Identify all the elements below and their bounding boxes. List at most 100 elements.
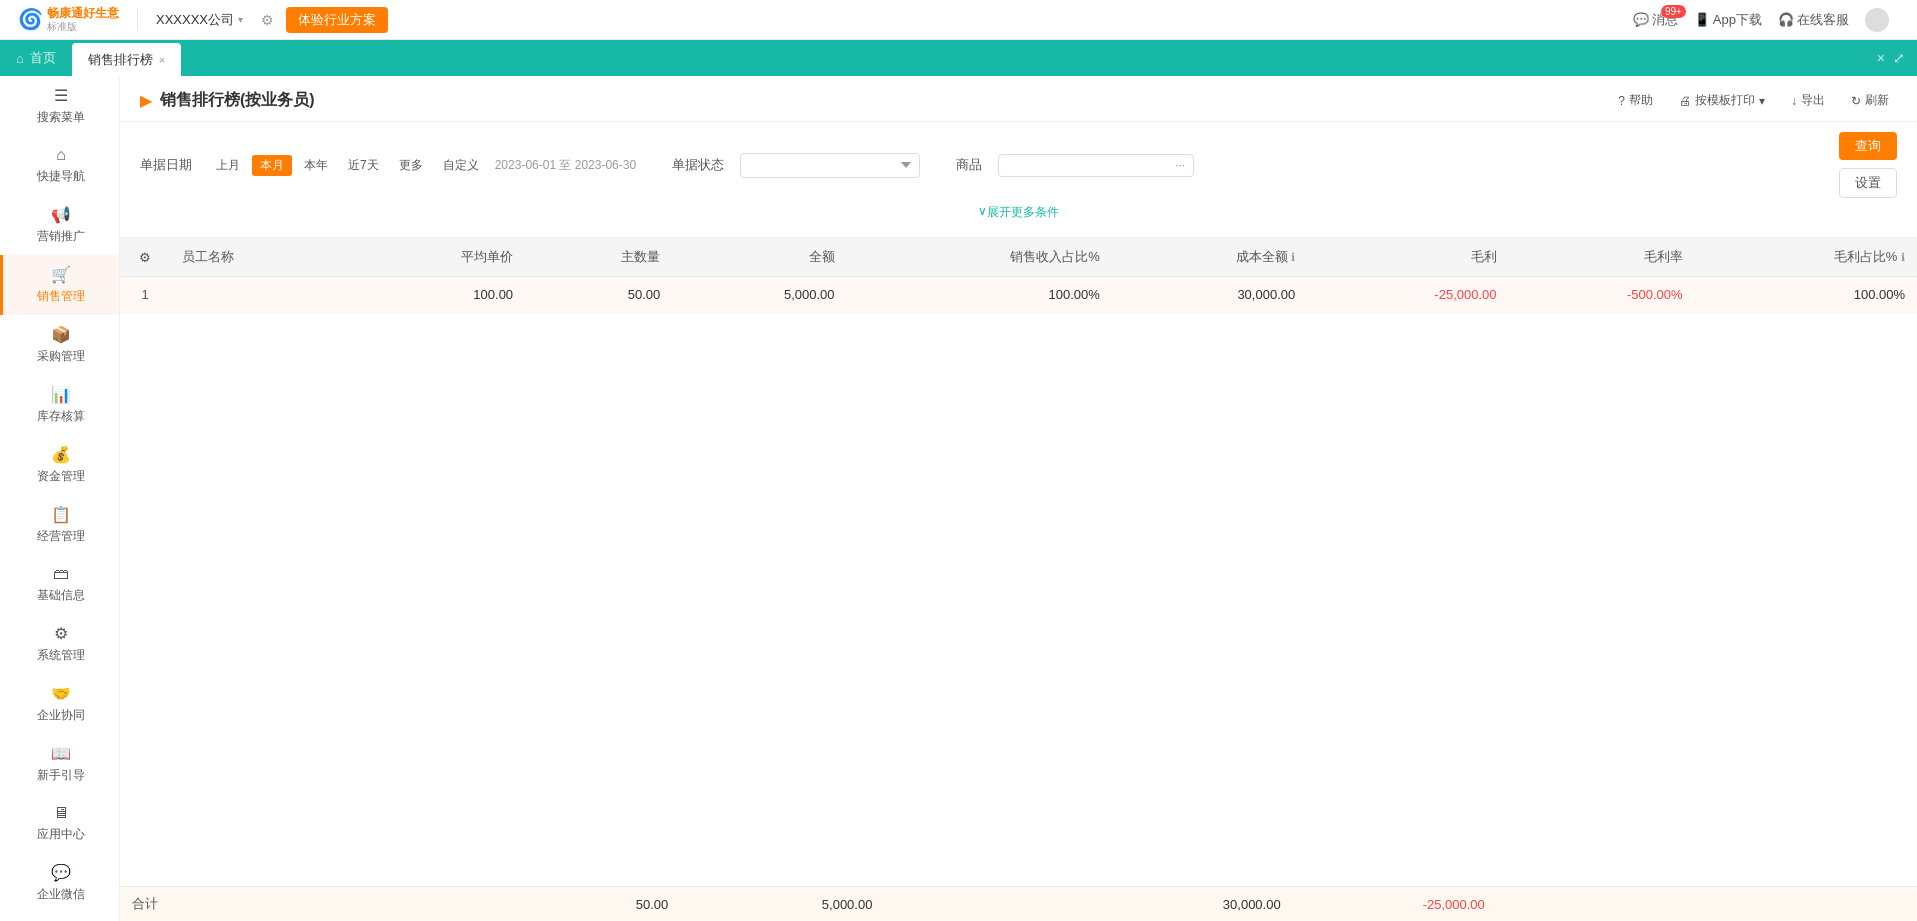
system-icon: ⚙ xyxy=(54,624,68,643)
th-sales-pct: 销售收入占比% xyxy=(847,238,1112,277)
avatar[interactable] xyxy=(1865,8,1889,32)
wechat-icon: 💬 xyxy=(51,863,71,882)
trial-button[interactable]: 体验行业方案 xyxy=(286,7,388,33)
sidebar-label-system: 系统管理 xyxy=(37,647,85,664)
date-label: 单据日期 xyxy=(140,156,192,174)
status-selector-wrapper xyxy=(740,153,920,178)
page-title: 销售排行榜(按业务员) xyxy=(160,90,315,111)
inventory-icon: 📊 xyxy=(51,385,71,404)
table-row: 1 100.00 50.00 5,000.00 100.00% 30,000.0… xyxy=(120,277,1917,313)
footer-gross: -25,000.00 xyxy=(1293,897,1497,912)
goods-input-wrapper[interactable]: ··· xyxy=(998,154,1194,177)
back-arrow-icon[interactable]: ▶ xyxy=(140,91,152,110)
help-icon: ? xyxy=(1618,94,1625,108)
date-tab-last-month[interactable]: 上月 xyxy=(208,155,248,176)
cell-name xyxy=(170,277,348,313)
help-button[interactable]: ? 帮助 xyxy=(1610,88,1661,113)
th-settings[interactable]: ⚙ xyxy=(120,238,170,277)
tab-sales-ranking[interactable]: 销售排行榜 × xyxy=(72,43,181,76)
filter-row-1: 单据日期 上月 本月 本年 近7天 更多 自定义 2023-06-01 至 20… xyxy=(140,132,1897,198)
message-button[interactable]: 💬 消息 99+ xyxy=(1633,11,1678,29)
th-cost: 成本全额 ℹ xyxy=(1112,238,1307,277)
sidebar-item-cooperation[interactable]: 🤝 企业协同 xyxy=(0,674,119,734)
tab-home[interactable]: ⌂ 首页 xyxy=(0,40,72,76)
th-name: 员工名称 xyxy=(170,238,348,277)
footer-total-label: 合计 xyxy=(132,895,182,913)
export-button[interactable]: ↓ 导出 xyxy=(1783,88,1833,113)
table-container: ⚙ 员工名称 平均单价 主数量 全额 销售收入占比% 成本全额 ℹ 毛利 毛利率… xyxy=(120,238,1917,886)
th-quantity: 主数量 xyxy=(525,238,672,277)
sidebar-label-guide: 新手引导 xyxy=(37,767,85,784)
tab-bar: ⌂ 首页 销售排行榜 × × ⤢ xyxy=(0,40,1917,76)
finance-icon: 💰 xyxy=(51,445,71,464)
sidebar-label-purchase: 采购管理 xyxy=(37,348,85,365)
sidebar-item-purchase[interactable]: 📦 采购管理 xyxy=(0,315,119,375)
sidebar-item-wechat[interactable]: 💬 企业微信 xyxy=(0,853,119,913)
cell-avg-price: 100.00 xyxy=(348,277,526,313)
goods-label: 商品 xyxy=(956,156,982,174)
date-tab-this-year[interactable]: 本年 xyxy=(296,155,336,176)
sidebar-item-marketing[interactable]: 📢 营销推广 xyxy=(0,195,119,255)
sidebar-item-operations[interactable]: 📋 经营管理 xyxy=(0,495,119,555)
cost-info-icon[interactable]: ℹ xyxy=(1291,251,1295,263)
logo-text-group: 畅康通好生意 标准版 xyxy=(47,6,119,32)
date-tab-more[interactable]: 更多 xyxy=(391,155,431,176)
refresh-button[interactable]: ↻ 刷新 xyxy=(1843,88,1897,113)
page-header: ▶ 销售排行榜(按业务员) ? 帮助 🖨 按模板打印 ▾ ↓ 导出 xyxy=(120,76,1917,122)
sidebar-label-shortcuts: 快捷导航 xyxy=(37,168,85,185)
status-select[interactable] xyxy=(740,153,920,178)
home-nav-icon: ⌂ xyxy=(56,146,66,164)
sidebar-item-search[interactable]: ☰ 搜索菜单 xyxy=(0,76,119,136)
tab-bar-right: × ⤢ xyxy=(1865,40,1917,76)
footer-cells: 50.00 5,000.00 30,000.00 -25,000.00 xyxy=(182,897,1905,912)
print-button[interactable]: 🖨 按模板打印 ▾ xyxy=(1671,88,1773,113)
th-gross-rate: 毛利率 xyxy=(1509,238,1695,277)
sidebar-label-apps: 应用中心 xyxy=(37,826,85,843)
date-tab-this-month[interactable]: 本月 xyxy=(252,155,292,176)
app-download-button[interactable]: 📱 App下载 xyxy=(1694,11,1762,29)
export-icon: ↓ xyxy=(1791,94,1797,108)
online-service-button[interactable]: 🎧 在线客服 xyxy=(1778,11,1849,29)
close-window-icon[interactable]: × xyxy=(1877,50,1885,66)
sidebar-label-inventory: 库存核算 xyxy=(37,408,85,425)
sidebar-item-system[interactable]: ⚙ 系统管理 xyxy=(0,614,119,674)
goods-input[interactable] xyxy=(1007,158,1175,173)
company-name[interactable]: XXXXXX公司 ▾ xyxy=(150,9,249,31)
cell-gross-pct: 100.00% xyxy=(1695,277,1917,313)
sidebar-item-member[interactable]: V 畅会员 xyxy=(0,913,119,921)
expand-chevron-icon: ∨ xyxy=(978,204,987,221)
header-right: 💬 消息 99+ 📱 App下载 🎧 在线客服 xyxy=(1633,8,1905,32)
sidebar-item-basics[interactable]: 🗃 基础信息 xyxy=(0,555,119,614)
gross-pct-info-icon[interactable]: ℹ xyxy=(1901,251,1905,263)
content-area: ▶ 销售排行榜(按业务员) ? 帮助 🖨 按模板打印 ▾ ↓ 导出 xyxy=(120,76,1917,921)
th-gross: 毛利 xyxy=(1307,238,1508,277)
sales-icon: 🛒 xyxy=(51,265,71,284)
table-header: ⚙ 员工名称 平均单价 主数量 全额 销售收入占比% 成本全额 ℹ 毛利 毛利率… xyxy=(120,238,1917,277)
date-tab-custom[interactable]: 自定义 xyxy=(435,155,487,176)
date-tab-7days[interactable]: 近7天 xyxy=(340,155,387,176)
query-actions: 查询 设置 xyxy=(1839,132,1897,198)
logo-title: 畅康通好生意 xyxy=(47,6,119,20)
expand-conditions-row[interactable]: ∨ 展开更多条件 xyxy=(140,198,1897,227)
sidebar-item-apps[interactable]: 🖥 应用中心 xyxy=(0,794,119,853)
maximize-icon[interactable]: ⤢ xyxy=(1893,50,1905,66)
sidebar-item-shortcuts[interactable]: ⌂ 快捷导航 xyxy=(0,136,119,195)
sidebar-item-finance[interactable]: 💰 资金管理 xyxy=(0,435,119,495)
settings-button[interactable]: 设置 xyxy=(1839,168,1897,198)
th-avg-price: 平均单价 xyxy=(348,238,526,277)
company-settings-icon[interactable]: ⚙ xyxy=(261,12,274,28)
sidebar-label-sales: 销售管理 xyxy=(37,288,85,305)
company-selector[interactable]: 🌀 畅康通好生意 标准版 xyxy=(12,4,125,34)
sidebar-item-guide[interactable]: 📖 新手引导 xyxy=(0,734,119,794)
goods-more-icon[interactable]: ··· xyxy=(1175,158,1185,172)
headset-icon: 🎧 xyxy=(1778,12,1794,27)
top-header: 🌀 畅康通好生意 标准版 XXXXXX公司 ▾ ⚙ 体验行业方案 💬 消息 99… xyxy=(0,0,1917,40)
sidebar-item-sales[interactable]: 🛒 销售管理 xyxy=(0,255,119,315)
query-button[interactable]: 查询 xyxy=(1839,132,1897,160)
sidebar: ☰ 搜索菜单 ⌂ 快捷导航 📢 营销推广 🛒 销售管理 📦 采购管理 📊 库存核… xyxy=(0,76,120,921)
tab-close-icon[interactable]: × xyxy=(159,54,165,66)
guide-icon: 📖 xyxy=(51,744,71,763)
main-layout: ☰ 搜索菜单 ⌂ 快捷导航 📢 营销推广 🛒 销售管理 📦 采购管理 📊 库存核… xyxy=(0,76,1917,921)
basics-icon: 🗃 xyxy=(53,565,69,583)
sidebar-item-inventory[interactable]: 📊 库存核算 xyxy=(0,375,119,435)
